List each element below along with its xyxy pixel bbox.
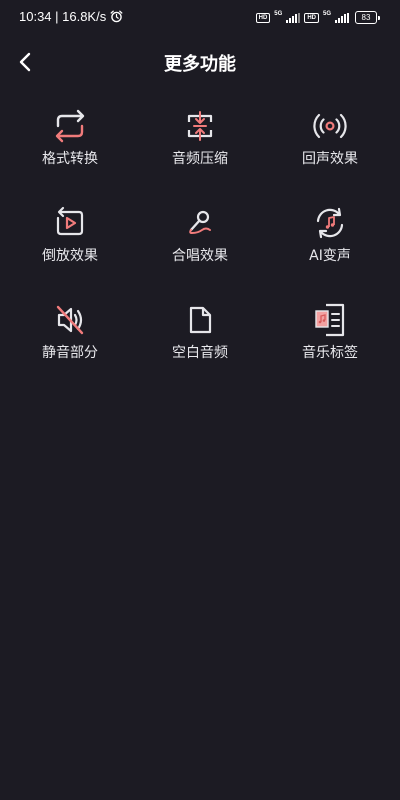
feature-chorus-effect[interactable]: 合唱效果: [135, 201, 265, 298]
header: 更多功能: [0, 40, 400, 84]
feature-label: 空白音频: [172, 345, 228, 361]
chorus-microphone-icon: [180, 203, 220, 243]
status-time-speed: 10:34 | 16.8K/s: [19, 9, 107, 24]
ai-voice-change-icon: [310, 203, 350, 243]
music-tag-icon: [310, 300, 350, 340]
page-title: 更多功能: [164, 54, 236, 75]
feature-label: 音频压缩: [172, 151, 228, 167]
screen: 10:34 | 16.8K/s HD 5G HD 5G 83 更多功能 格式转换…: [0, 0, 400, 800]
feature-music-tag[interactable]: 音乐标签: [265, 298, 395, 395]
battery-level: 83: [355, 11, 377, 24]
feature-audio-compress[interactable]: 音频压缩: [135, 104, 265, 201]
audio-compress-icon: [180, 106, 220, 146]
feature-format-convert[interactable]: 格式转换: [5, 104, 135, 201]
battery-tip: [378, 15, 380, 20]
battery-icon: 83: [355, 11, 380, 24]
feature-label: AI变声: [309, 248, 351, 264]
feature-label: 静音部分: [42, 345, 98, 361]
feature-blank-audio[interactable]: 空白音频: [135, 298, 265, 395]
feature-reverse-play[interactable]: 倒放效果: [5, 201, 135, 298]
alarm-clock-icon: [110, 10, 123, 23]
feature-echo-effect[interactable]: 回声效果: [265, 104, 395, 201]
network-type-1: 5G: [274, 10, 283, 17]
feature-label: 回声效果: [302, 151, 358, 167]
feature-label: 倒放效果: [42, 248, 98, 264]
status-right: HD 5G HD 5G 83: [255, 10, 380, 24]
mute-speaker-icon: [50, 300, 90, 340]
feature-label: 格式转换: [42, 151, 98, 167]
network-type-2: 5G: [322, 10, 331, 17]
feature-ai-voice-change[interactable]: AI变声: [265, 201, 395, 298]
signal-strength-icon: [286, 12, 301, 23]
format-convert-icon: [50, 106, 90, 146]
feature-mute-section[interactable]: 静音部分: [5, 298, 135, 395]
feature-label: 音乐标签: [302, 345, 358, 361]
status-left: 10:34 | 16.8K/s: [19, 9, 123, 24]
features-grid: 格式转换 音频压缩 回声效果 倒放效果 合唱效果 AI变声 静音部分 空白音频 …: [5, 104, 395, 395]
hd-badge-2: HD: [304, 12, 319, 23]
blank-file-icon: [180, 300, 220, 340]
status-bar: 10:34 | 16.8K/s HD 5G HD 5G 83: [0, 0, 400, 36]
reverse-play-icon: [50, 203, 90, 243]
echo-effect-icon: [310, 106, 350, 146]
feature-label: 合唱效果: [172, 248, 228, 264]
signal-strength-icon-2: [335, 12, 349, 23]
hd-badge-1: HD: [255, 12, 271, 23]
